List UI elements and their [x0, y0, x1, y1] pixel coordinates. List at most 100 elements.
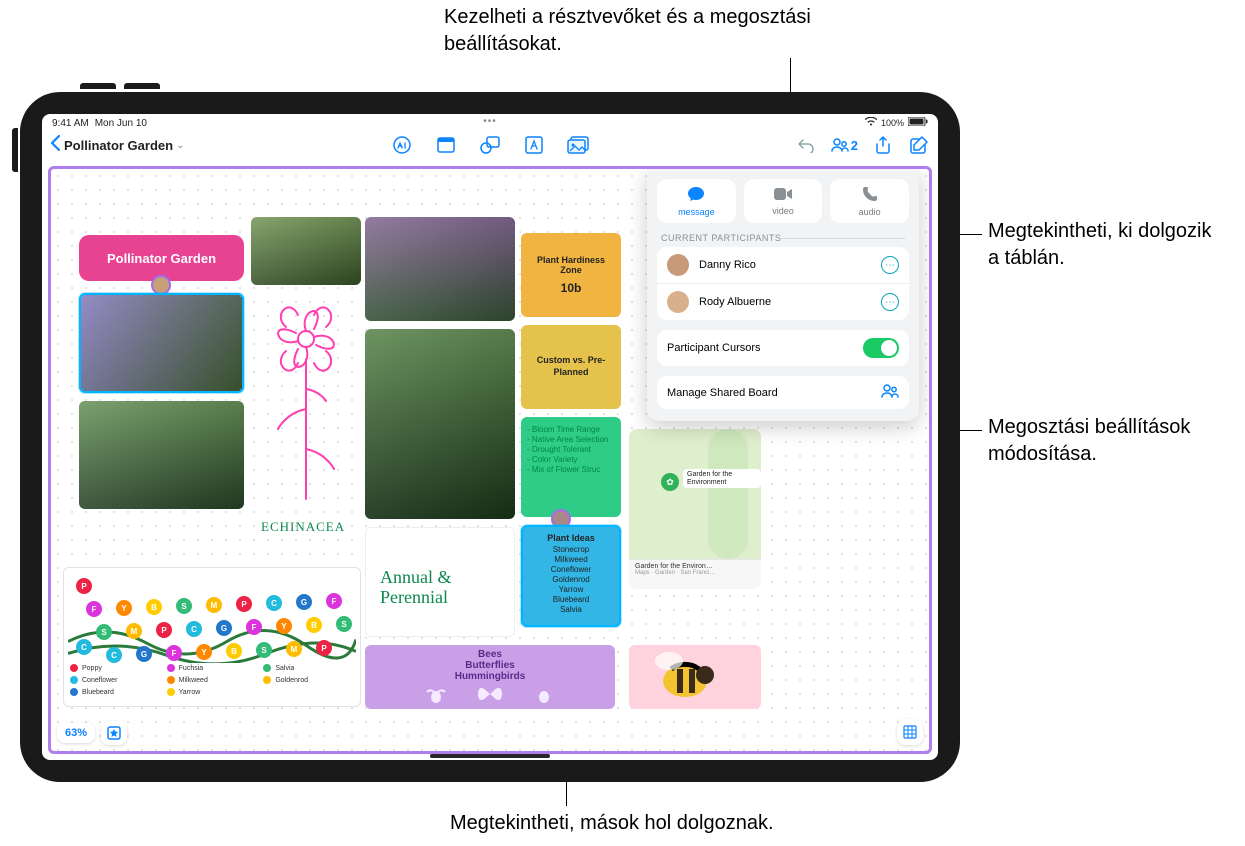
text-card[interactable]: Annual & Perennial [365, 527, 515, 637]
manage-shared-board-row[interactable]: Manage Shared Board [657, 376, 909, 409]
legend-dot: M [206, 597, 222, 613]
list-item: Salvia [529, 605, 613, 615]
draw-tool-icon[interactable] [391, 134, 413, 156]
message-button[interactable]: message [657, 179, 736, 223]
handwriting-label: Annual & Perennial [380, 568, 514, 608]
toggle-switch[interactable] [863, 338, 899, 358]
battery-label: 100% [881, 118, 904, 128]
sticky-note[interactable]: Bloom Time RangeNative Area SelectionDro… [521, 417, 621, 517]
list-item: Coneflower [529, 565, 613, 575]
legend-card[interactable]: PFSCYMGBPFSCYMGBPFSCYMGBPFSC PoppyFuchsi… [63, 567, 361, 707]
collaborate-button[interactable]: 2 [831, 137, 858, 153]
favorites-chip[interactable] [101, 721, 127, 745]
audio-button[interactable]: audio [830, 179, 909, 223]
handwriting-label: ECHINACEA [261, 519, 345, 535]
legend-dot: S [256, 642, 272, 658]
bottom-bar: 63% [57, 721, 127, 745]
row-label: Manage Shared Board [667, 387, 778, 399]
legend-dot: P [316, 640, 332, 656]
device-button [12, 128, 18, 172]
legend-list: PoppyFuchsiaSalviaConeflowerMilkweedGold… [70, 662, 354, 702]
sticky-title: Plant Ideas [529, 533, 613, 543]
multitasking-dots-icon[interactable]: ••• [483, 116, 497, 127]
legend-item: Salvia [263, 662, 354, 674]
sticky-note-selected[interactable]: Plant Ideas StonecropMilkweedConeflowerG… [521, 525, 621, 627]
more-icon[interactable]: ⋯ [881, 293, 899, 311]
participant-cursors-row[interactable]: Participant Cursors [657, 330, 909, 366]
board-canvas[interactable]: Pollinator Garden [48, 166, 932, 754]
participants-header: CURRENT PARTICIPANTS [661, 233, 905, 243]
photo-card[interactable] [629, 645, 761, 709]
zoom-chip[interactable]: 63% [57, 723, 95, 743]
legend-dot: G [296, 594, 312, 610]
minimap-button[interactable] [897, 719, 923, 745]
callout-right-1: Megtekintheti, ki dolgozik a táblán. [988, 218, 1218, 272]
sticky-text: 10b [561, 281, 582, 295]
legend-dot: M [286, 641, 302, 657]
legend-dot: G [136, 646, 152, 662]
legend-dot: C [266, 595, 282, 611]
list-item: Goldenrod [529, 575, 613, 585]
legend-item: Goldenrod [263, 674, 354, 686]
list-item: Stonecrop [529, 545, 613, 555]
board-title[interactable]: Pollinator Garden [64, 138, 173, 153]
video-button[interactable]: video [744, 179, 823, 223]
swatch-icon [263, 676, 271, 684]
share-button[interactable] [872, 134, 894, 156]
new-board-button[interactable] [908, 134, 930, 156]
undo-button[interactable] [795, 134, 817, 156]
map-card[interactable]: ✿ Garden for the Environment Garden for … [629, 429, 761, 589]
home-indicator[interactable] [430, 754, 550, 758]
sticky-text: Plant Hardiness Zone [525, 255, 617, 275]
phone-icon [862, 186, 878, 206]
legend-dot: P [156, 622, 172, 638]
sticky-note[interactable]: BeesButterfliesHummingbirds [365, 645, 615, 709]
swatch-icon [263, 664, 271, 672]
photo-card[interactable] [79, 401, 244, 509]
legend-item: Milkweed [167, 674, 258, 686]
more-icon[interactable]: ⋯ [881, 256, 899, 274]
sticky-note-tool-icon[interactable] [435, 134, 457, 156]
back-button[interactable] [50, 135, 60, 156]
avatar [667, 291, 689, 313]
legend-dot: F [86, 601, 102, 617]
list-item: Hummingbirds [455, 671, 526, 682]
shape-tool-icon[interactable] [479, 134, 501, 156]
legend-dot: C [76, 639, 92, 655]
photo-card-selected[interactable] [79, 293, 244, 393]
collaborate-icon [881, 384, 899, 401]
collab-count: 2 [851, 138, 858, 153]
participant-row[interactable]: Danny Rico⋯ [657, 247, 909, 283]
bug-icons [425, 684, 555, 704]
swatch-icon [167, 664, 175, 672]
text-tool-icon[interactable] [523, 134, 545, 156]
message-icon [687, 186, 705, 206]
legend-dot: S [336, 616, 352, 632]
list-item: Milkweed [529, 555, 613, 565]
photo-card[interactable] [365, 329, 515, 519]
map-pin-label: Garden for the Environment [683, 469, 761, 488]
media-tool-icon[interactable] [567, 134, 589, 156]
callout-bottom: Megtekintheti, mások hol dolgoznak. [450, 810, 870, 837]
drawing[interactable] [251, 289, 361, 519]
map-pin-icon: ✿ [661, 473, 679, 491]
status-time: 9:41 AM [52, 118, 89, 129]
legend-item: Bluebeard [70, 686, 161, 698]
legend-dot: P [236, 596, 252, 612]
legend-dot: S [176, 598, 192, 614]
photo-card[interactable] [251, 217, 361, 285]
battery-icon [908, 117, 928, 129]
legend-dot: F [326, 593, 342, 609]
chevron-down-icon[interactable]: ⌄ [176, 140, 184, 151]
row-label: Participant Cursors [667, 342, 761, 354]
sticky-note[interactable]: Plant Hardiness Zone 10b [521, 233, 621, 317]
legend-dot: M [126, 623, 142, 639]
participant-row[interactable]: Rody Albuerne⋯ [657, 283, 909, 320]
device-button [124, 83, 160, 89]
ipad-frame: 9:41 AM Mon Jun 10 100% ••• Pollinator G… [20, 92, 960, 782]
legend-dot: Y [196, 644, 212, 660]
sticky-note[interactable]: Custom vs. Pre-Planned [521, 325, 621, 409]
photo-card[interactable] [365, 217, 515, 321]
list-item: Color Variety [527, 455, 615, 465]
list-item: Drought Tolerant [527, 445, 615, 455]
